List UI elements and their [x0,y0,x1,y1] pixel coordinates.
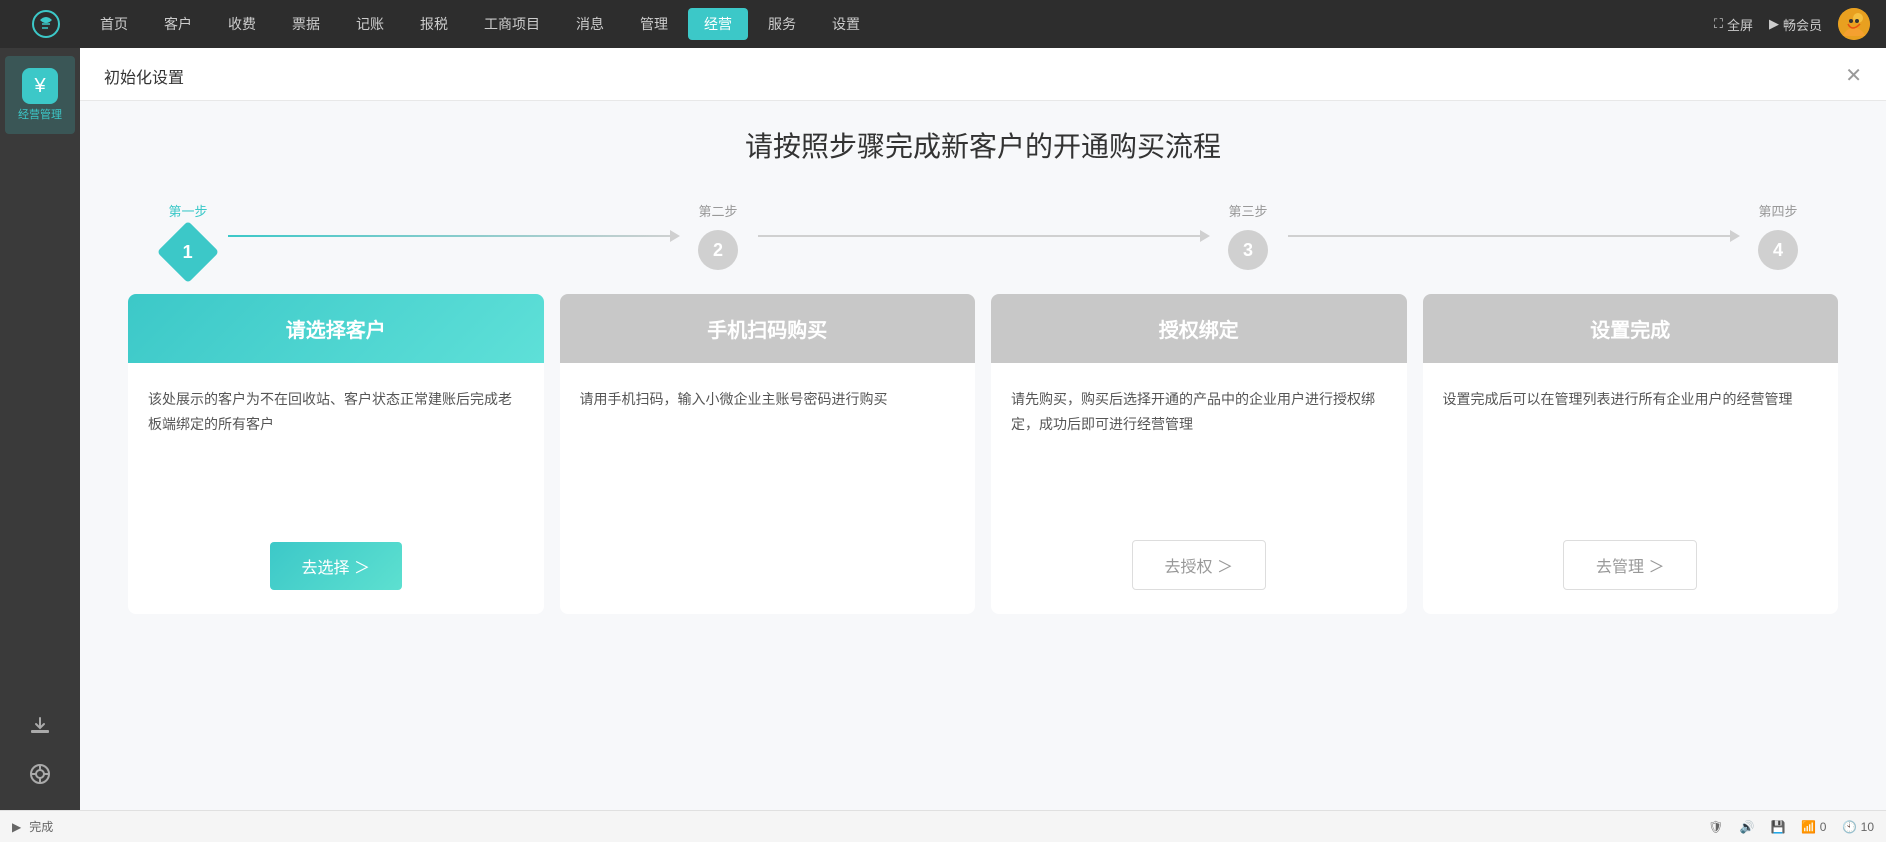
main-layout: ¥ 经营管理 [0,48,1886,810]
step-3: 第三步 3 [1208,201,1288,270]
arrow-1 [670,230,680,242]
save-icon: 💾 [1770,820,1785,834]
step-2-label: 第二步 [698,201,737,220]
card4-body: 设置完成后可以在管理列表进行所有企业用户的经营管理 [1423,363,1839,524]
card3-header: 授权绑定 [991,294,1407,363]
step-4: 第四步 4 [1738,201,1818,270]
network-status: 📶 0 [1801,820,1826,834]
nav-menu: 首页 客户 收费 票据 记账 报税 工商项目 消息 管理 经营 服务 设置 [84,8,1714,40]
card4-header: 设置完成 [1423,294,1839,363]
operation-icon: ¥ [22,68,58,104]
logo-icon [30,8,62,40]
nav-tax[interactable]: 报税 [404,8,464,40]
nav-fee[interactable]: 收费 [212,8,272,40]
card2-footer [560,574,976,614]
nav-bill[interactable]: 票据 [276,8,336,40]
user-avatar[interactable] [1838,8,1870,40]
go-auth-button[interactable]: 去授权 ＞ [1132,540,1266,590]
nav-home[interactable]: 首页 [84,8,144,40]
card2-body: 请用手机扫码，输入小微企业主账号密码进行购买 [560,363,976,574]
content-body: 请按照步骤完成新客户的开通购买流程 第一步 1 [80,101,1886,810]
card1-header: 请选择客户 [128,294,544,363]
go-manage-button[interactable]: 去管理 ＞ [1563,540,1697,590]
fullscreen-label: 全屏 [1727,15,1753,34]
member-label: 畅会员 [1783,15,1822,34]
clock-icon: 🕙 10 [1842,820,1874,834]
status-bar-right: 🛡 🔊 💾 📶 0 🕙 10 [1708,820,1874,834]
nav-customer[interactable]: 客户 [148,8,208,40]
sidebar-item-operation[interactable]: ¥ 经营管理 [5,56,75,134]
close-button[interactable]: ✕ [1845,66,1862,86]
step-1: 第一步 1 [148,201,228,274]
step-2-circle: 2 [698,230,738,270]
go-select-button[interactable]: 去选择 ＞ [270,542,402,590]
fullscreen-btn[interactable]: ⛶ 全屏 [1714,15,1753,34]
card3-body: 请先购买，购买后选择开通的产品中的企业用户进行授权绑定，成功后即可进行经营管理 [991,363,1407,524]
app-logo [16,8,76,40]
wizard-title: 请按照步骤完成新客户的开通购买流程 [128,125,1838,165]
step-line-3 [1288,235,1738,237]
step-3-label: 第三步 [1228,201,1267,220]
nav-message[interactable]: 消息 [560,8,620,40]
card-step1: 请选择客户 该处展示的客户为不在回收站、客户状态正常建账后完成老板端绑定的所有客… [128,294,544,614]
step-1-circle: 1 [157,221,219,283]
card4-footer: 去管理 ＞ [1423,524,1839,614]
nav-settings[interactable]: 设置 [816,8,876,40]
nav-service[interactable]: 服务 [752,8,812,40]
fullscreen-icon: ⛶ [1714,16,1723,32]
shield-icon: 🛡 [1708,820,1723,834]
sidebar-bottom [0,706,80,810]
arrow-3 [1730,230,1740,242]
card1-footer: 去选择 ＞ [128,526,544,614]
member-icon: ▶ [1769,16,1779,32]
card-step2: 手机扫码购买 请用手机扫码，输入小微企业主账号密码进行购买 [560,294,976,614]
nav-business[interactable]: 工商项目 [468,8,556,40]
nav-accounting[interactable]: 记账 [340,8,400,40]
status-text: 完成 [29,818,53,835]
step-3-circle: 3 [1228,230,1268,270]
step-1-label: 第一步 [168,201,207,220]
support-icon[interactable] [20,754,60,794]
play-icon: ▶ [12,820,21,834]
step-2: 第二步 2 [678,201,758,270]
top-navigation: 首页 客户 收费 票据 记账 报税 工商项目 消息 管理 经营 服务 设置 ⛶ … [0,0,1886,48]
arrow-2 [1200,230,1210,242]
volume-icon: 🔊 [1740,820,1755,834]
content-area: 初始化设置 ✕ 请按照步骤完成新客户的开通购买流程 第一步 1 [80,48,1886,810]
step-line-1 [228,235,678,237]
card3-footer: 去授权 ＞ [991,524,1407,614]
sidebar-item-label: 经营管理 [18,108,62,122]
card1-body: 该处展示的客户为不在回收站、客户状态正常建账后完成老板端绑定的所有客户 [128,363,544,526]
page-title: 初始化设置 [104,64,184,88]
card-step4: 设置完成 设置完成后可以在管理列表进行所有企业用户的经营管理 去管理 ＞ [1423,294,1839,614]
card-step3: 授权绑定 请先购买，购买后选择开通的产品中的企业用户进行授权绑定，成功后即可进行… [991,294,1407,614]
sidebar: ¥ 经营管理 [0,48,80,810]
nav-manage[interactable]: 管理 [624,8,684,40]
cards-row: 请选择客户 该处展示的客户为不在回收站、客户状态正常建账后完成老板端绑定的所有客… [128,294,1838,614]
member-btn[interactable]: ▶ 畅会员 [1769,15,1822,34]
status-bar: ▶ 完成 🛡 🔊 💾 📶 0 🕙 10 [0,810,1886,842]
step-4-circle: 4 [1758,230,1798,270]
card2-header: 手机扫码购买 [560,294,976,363]
nav-operation[interactable]: 经营 [688,8,748,40]
nav-right-actions: ⛶ 全屏 ▶ 畅会员 [1714,8,1870,40]
download-icon[interactable] [20,706,60,746]
step-4-label: 第四步 [1758,201,1797,220]
content-header: 初始化设置 ✕ [80,48,1886,101]
step-line-2 [758,235,1208,237]
